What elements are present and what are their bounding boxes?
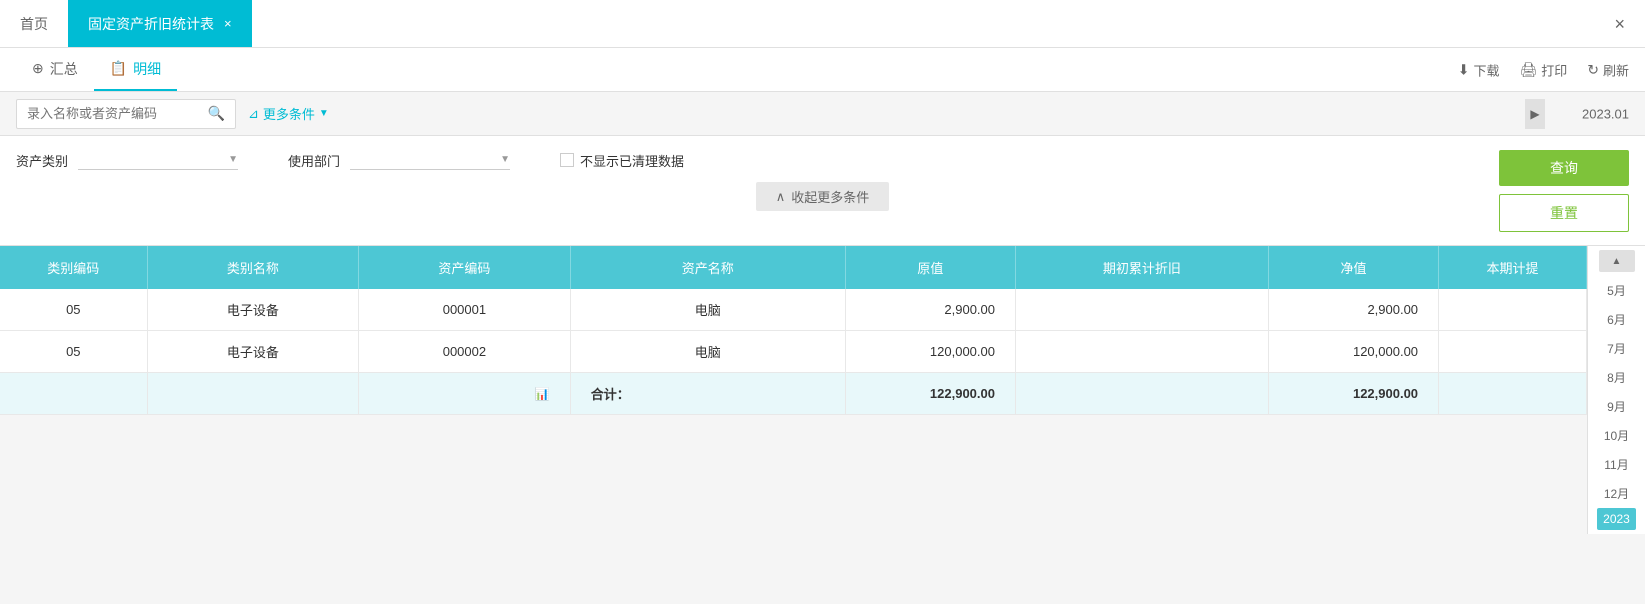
window-close-icon[interactable]: ×: [1614, 14, 1625, 35]
search-input[interactable]: [27, 106, 208, 121]
print-icon: 🖨: [1519, 61, 1537, 78]
total-current: [1439, 373, 1587, 415]
filter-department: 使用部门 ▼: [288, 150, 510, 170]
collapse-label: 收起更多条件: [791, 187, 869, 206]
month-10[interactable]: 10月: [1588, 421, 1645, 450]
date-label: 2023.01: [1582, 106, 1629, 121]
total-original-value: 122,900.00: [845, 373, 1015, 415]
print-label: 打印: [1541, 60, 1567, 79]
asset-category-select[interactable]: ▼: [78, 150, 238, 170]
col-asset-name: 资产名称: [570, 246, 845, 289]
nav-arrow-button[interactable]: ▶: [1525, 99, 1545, 129]
row2-current-depreciation: [1439, 331, 1587, 373]
month-5[interactable]: 5月: [1588, 276, 1645, 305]
right-scroll-up[interactable]: ▲: [1599, 250, 1635, 272]
collapse-button[interactable]: ∧ 收起更多条件: [756, 182, 890, 211]
summary-icon: ⊕: [32, 60, 44, 77]
row1-original-value: 2,900.00: [845, 289, 1015, 331]
month-7[interactable]: 7月: [1588, 334, 1645, 363]
month-11[interactable]: 11月: [1588, 450, 1645, 479]
nav-home[interactable]: 首页: [0, 0, 68, 47]
col-asset-code: 资产编码: [359, 246, 571, 289]
row1-asset-name: 电脑: [570, 289, 845, 331]
row2-category-name: 电子设备: [147, 331, 359, 373]
tab-close-icon[interactable]: ×: [224, 16, 232, 31]
table-row: 05 电子设备 000002 电脑 120,000.00 120,000.00: [0, 331, 1587, 373]
filter-asset-category: 资产类别 ▼: [16, 150, 238, 170]
col-original-value: 原值: [845, 246, 1015, 289]
refresh-icon: ↻: [1587, 61, 1599, 78]
total-text-cell: 合计：: [570, 373, 845, 415]
no-cleared-checkbox-wrap[interactable]: 不显示已清理数据: [560, 151, 684, 170]
chevron-down-icon: ▼: [319, 108, 329, 119]
no-cleared-checkbox[interactable]: [560, 153, 574, 167]
row1-net-value: 2,900.00: [1268, 289, 1438, 331]
asset-category-label: 资产类别: [16, 151, 68, 170]
row2-accumulated-depreciation: [1016, 331, 1269, 373]
filter-icon: ⊿: [248, 106, 259, 122]
row2-category-code: 05: [0, 331, 147, 373]
tab-detail[interactable]: 📋 明细: [94, 48, 177, 91]
nav-tab-fixed-assets[interactable]: 固定资产折旧统计表 ×: [68, 0, 252, 47]
tab-label: 固定资产折旧统计表: [88, 14, 214, 34]
print-button[interactable]: 🖨 打印: [1519, 60, 1567, 79]
month-6[interactable]: 6月: [1588, 305, 1645, 334]
search-input-wrap[interactable]: 🔍: [16, 99, 236, 129]
filter-buttons: 查询 重置: [1499, 150, 1629, 232]
row2-asset-code: 000002: [359, 331, 571, 373]
row2-net-value: 120,000.00: [1268, 331, 1438, 373]
total-category-cell: [147, 373, 359, 415]
row1-category-code: 05: [0, 289, 147, 331]
total-icon-cell: 📊: [359, 373, 571, 415]
scroll-up-icon: ▲: [1612, 256, 1622, 267]
download-icon: ⬇: [1458, 61, 1470, 78]
total-accumulated: [1016, 373, 1269, 415]
row1-asset-code: 000001: [359, 289, 571, 331]
download-button[interactable]: ⬇ 下载: [1458, 60, 1500, 79]
collapse-icon: ∧: [776, 189, 786, 205]
more-conditions-label: 更多条件: [263, 104, 315, 123]
col-accumulated-depreciation: 期初累计折旧: [1016, 246, 1269, 289]
col-category-name: 类别名称: [147, 246, 359, 289]
row1-current-depreciation: [1439, 289, 1587, 331]
month-8[interactable]: 8月: [1588, 363, 1645, 392]
month-9[interactable]: 9月: [1588, 392, 1645, 421]
download-label: 下载: [1473, 60, 1499, 79]
row2-original-value: 120,000.00: [845, 331, 1015, 373]
row2-asset-name: 电脑: [570, 331, 845, 373]
col-net-value: 净值: [1268, 246, 1438, 289]
query-button[interactable]: 查询: [1499, 150, 1629, 186]
more-conditions-button[interactable]: ⊿ 更多条件 ▼: [248, 104, 329, 123]
refresh-label: 刷新: [1603, 60, 1629, 79]
reset-button[interactable]: 重置: [1499, 194, 1629, 232]
table-row: 05 电子设备 000001 电脑 2,900.00 2,900.00: [0, 289, 1587, 331]
asset-category-arrow-icon: ▼: [228, 154, 238, 165]
total-net-value: 122,900.00: [1268, 373, 1438, 415]
total-row: 📊 合计： 122,900.00 122,900.00: [0, 373, 1587, 415]
detail-icon: 📋: [110, 60, 127, 77]
tab-summary-label: 汇总: [50, 59, 78, 79]
year-badge[interactable]: 2023: [1597, 508, 1636, 530]
tab-detail-label: 明细: [133, 59, 161, 79]
total-label-cell: [0, 373, 147, 415]
refresh-button[interactable]: ↻ 刷新: [1587, 60, 1629, 79]
row1-category-name: 电子设备: [147, 289, 359, 331]
col-category-code: 类别编码: [0, 246, 147, 289]
tab-summary[interactable]: ⊕ 汇总: [16, 48, 94, 91]
department-arrow-icon: ▼: [500, 154, 510, 165]
department-select[interactable]: ▼: [350, 150, 510, 170]
department-label: 使用部门: [288, 151, 340, 170]
row1-accumulated-depreciation: [1016, 289, 1269, 331]
right-panel: ▲ 5月 6月 7月 8月 9月 10月 11月 12月 2023: [1587, 246, 1645, 534]
col-current-depreciation: 本期计提: [1439, 246, 1587, 289]
total-icon: 📊: [535, 387, 550, 401]
no-cleared-label: 不显示已清理数据: [580, 151, 684, 170]
month-12[interactable]: 12月: [1588, 479, 1645, 508]
search-icon: 🔍: [208, 105, 225, 122]
